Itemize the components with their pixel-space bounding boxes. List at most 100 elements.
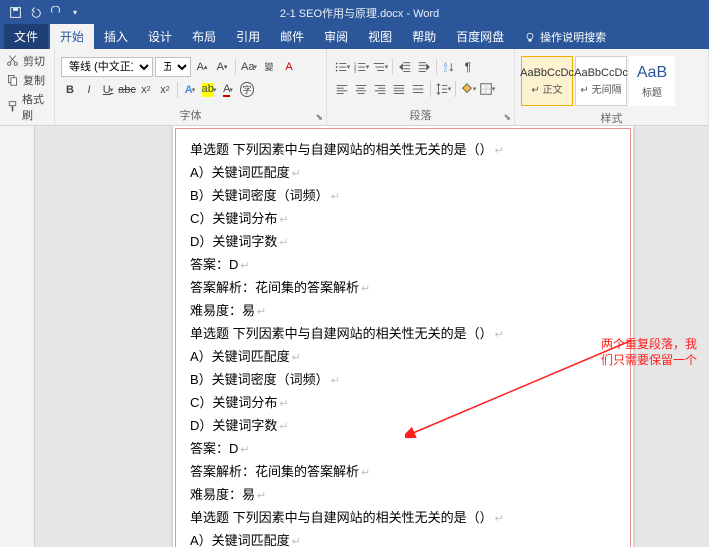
clear-formatting-button[interactable]: A: [280, 58, 298, 76]
doc-line[interactable]: 答案：D↵: [190, 254, 616, 277]
navigation-pane: [0, 126, 35, 547]
copy-button[interactable]: 复制: [6, 72, 45, 88]
doc-line[interactable]: C）关键词分布↵: [190, 208, 616, 231]
enclose-char-button[interactable]: 字: [238, 81, 256, 99]
show-marks-button[interactable]: ¶: [459, 58, 477, 76]
phonetic-guide-button[interactable]: 變: [260, 58, 278, 76]
doc-line[interactable]: 答案：D↵: [190, 438, 616, 461]
justify-button[interactable]: [390, 80, 408, 98]
grow-font-button[interactable]: A▴: [193, 58, 211, 76]
paragraph-dialog-launcher-icon[interactable]: ⬊: [503, 112, 511, 123]
paintbrush-icon: [6, 100, 19, 114]
doc-line[interactable]: A）关键词匹配度↵: [190, 162, 616, 185]
doc-line[interactable]: C）关键词分布↵: [190, 392, 616, 415]
group-font: 等线 (中文正文) 五号 A▴ A▾ Aa▾ 變 A B I U▾ abc x2…: [55, 49, 327, 125]
font-size-select[interactable]: 五号: [155, 57, 191, 77]
qat-dropdown-icon[interactable]: ▾: [68, 6, 82, 20]
font-dialog-launcher-icon[interactable]: ⬊: [315, 112, 323, 123]
group-clipboard: 剪切 复制 格式刷 站板: [0, 49, 55, 125]
highlight-button[interactable]: ab▾: [200, 81, 218, 99]
underline-button[interactable]: U▾: [99, 81, 117, 99]
document-page[interactable]: 单选题 下列因素中与自建网站的相关性无关的是（）↵ A）关键词匹配度↵ B）关键…: [173, 126, 633, 547]
ribbon-tabs: 文件 开始 插入 设计 布局 引用 邮件 审阅 视图 帮助 百度网盘 操作说明搜…: [0, 25, 709, 49]
distributed-button[interactable]: [409, 80, 427, 98]
format-painter-button[interactable]: 格式刷: [6, 91, 48, 123]
font-name-select[interactable]: 等线 (中文正文): [61, 57, 153, 77]
tab-view[interactable]: 视图: [358, 24, 402, 49]
tab-references[interactable]: 引用: [226, 24, 270, 49]
style-normal[interactable]: AaBbCcDc ↵ 正文: [521, 56, 573, 106]
cut-button[interactable]: 剪切: [6, 53, 45, 69]
bold-button[interactable]: B: [61, 81, 79, 99]
tell-me-label: 操作说明搜索: [540, 29, 606, 45]
doc-line[interactable]: B）关键词密度（词频）↵: [190, 185, 616, 208]
tab-design[interactable]: 设计: [138, 24, 182, 49]
doc-line[interactable]: 单选题 下列因素中与自建网站的相关性无关的是（）↵: [190, 507, 616, 530]
increase-indent-button[interactable]: [415, 58, 433, 76]
tell-me-search[interactable]: 操作说明搜索: [514, 25, 616, 49]
superscript-button[interactable]: x2: [156, 81, 174, 99]
doc-line[interactable]: 难易度：易↵: [190, 300, 616, 323]
text-effects-button[interactable]: A▾: [181, 81, 199, 99]
tab-baidu[interactable]: 百度网盘: [446, 24, 514, 49]
align-center-button[interactable]: [352, 80, 370, 98]
doc-line[interactable]: 难易度：易↵: [190, 484, 616, 507]
annotation-text: 两个重复段落，我们只需要保留一个: [601, 336, 705, 368]
copy-icon: [6, 73, 20, 87]
doc-line[interactable]: 答案解析：花间集的答案解析↵: [190, 277, 616, 300]
undo-icon[interactable]: [28, 6, 42, 20]
shading-button[interactable]: ▾: [459, 80, 477, 98]
svg-text:Z: Z: [444, 67, 448, 73]
style-no-spacing[interactable]: AaBbCcDc ↵ 无间隔: [575, 56, 627, 106]
tab-review[interactable]: 审阅: [314, 24, 358, 49]
align-left-button[interactable]: [333, 80, 351, 98]
doc-line[interactable]: 单选题 下列因素中与自建网站的相关性无关的是（）↵: [190, 323, 616, 346]
tab-layout[interactable]: 布局: [182, 24, 226, 49]
tab-home[interactable]: 开始: [50, 24, 94, 49]
cut-label: 剪切: [23, 53, 45, 69]
redo-icon[interactable]: [48, 6, 62, 20]
decrease-indent-button[interactable]: [396, 58, 414, 76]
tab-help[interactable]: 帮助: [402, 24, 446, 49]
bullets-button[interactable]: ▾: [333, 58, 351, 76]
title-bar: ▾ 2-1 SEO作用与原理.docx - Word: [0, 0, 709, 25]
document-area: 单选题 下列因素中与自建网站的相关性无关的是（）↵ A）关键词匹配度↵ B）关键…: [0, 126, 709, 547]
align-right-button[interactable]: [371, 80, 389, 98]
line-spacing-button[interactable]: ▾: [434, 80, 452, 98]
doc-line[interactable]: A）关键词匹配度↵: [190, 346, 616, 369]
quick-access-toolbar: ▾: [0, 6, 90, 20]
window-title: 2-1 SEO作用与原理.docx - Word: [90, 5, 629, 21]
sort-button[interactable]: AZ: [440, 58, 458, 76]
numbering-button[interactable]: 123▾: [352, 58, 370, 76]
doc-line[interactable]: D）关键词字数↵: [190, 231, 616, 254]
scissors-icon: [6, 54, 20, 68]
subscript-button[interactable]: x2: [137, 81, 155, 99]
group-paragraph: ▾ 123▾ ▾ AZ ¶ ▾: [327, 49, 515, 125]
style-heading[interactable]: AaB 标题: [629, 56, 675, 106]
borders-button[interactable]: ▾: [478, 80, 496, 98]
tab-insert[interactable]: 插入: [94, 24, 138, 49]
strikethrough-button[interactable]: abc: [118, 81, 136, 99]
svg-text:3: 3: [354, 68, 357, 73]
format-painter-label: 格式刷: [22, 91, 48, 123]
doc-line[interactable]: A）关键词匹配度↵: [190, 530, 616, 547]
font-color-button[interactable]: A▾: [219, 81, 237, 99]
italic-button[interactable]: I: [80, 81, 98, 99]
font-group-label: 字体⬊: [55, 106, 326, 125]
text-selection-box: 单选题 下列因素中与自建网站的相关性无关的是（）↵ A）关键词匹配度↵ B）关键…: [175, 128, 631, 547]
multilevel-list-button[interactable]: ▾: [371, 58, 389, 76]
save-icon[interactable]: [8, 6, 22, 20]
group-styles: AaBbCcDc ↵ 正文 AaBbCcDc ↵ 无间隔 AaB 标题 样式: [515, 49, 709, 125]
change-case-button[interactable]: Aa▾: [240, 58, 258, 76]
doc-line[interactable]: 答案解析：花间集的答案解析↵: [190, 461, 616, 484]
tab-mailings[interactable]: 邮件: [270, 24, 314, 49]
ribbon: 剪切 复制 格式刷 站板 等线 (中文正文) 五号: [0, 49, 709, 126]
lightbulb-icon: [524, 31, 536, 43]
doc-line[interactable]: 单选题 下列因素中与自建网站的相关性无关的是（）↵: [190, 139, 616, 162]
copy-label: 复制: [23, 72, 45, 88]
doc-line[interactable]: B）关键词密度（词频）↵: [190, 369, 616, 392]
shrink-font-button[interactable]: A▾: [213, 58, 231, 76]
tab-file[interactable]: 文件: [4, 24, 48, 49]
doc-line[interactable]: D）关键词字数↵: [190, 415, 616, 438]
paragraph-group-label: 段落⬊: [327, 106, 514, 125]
